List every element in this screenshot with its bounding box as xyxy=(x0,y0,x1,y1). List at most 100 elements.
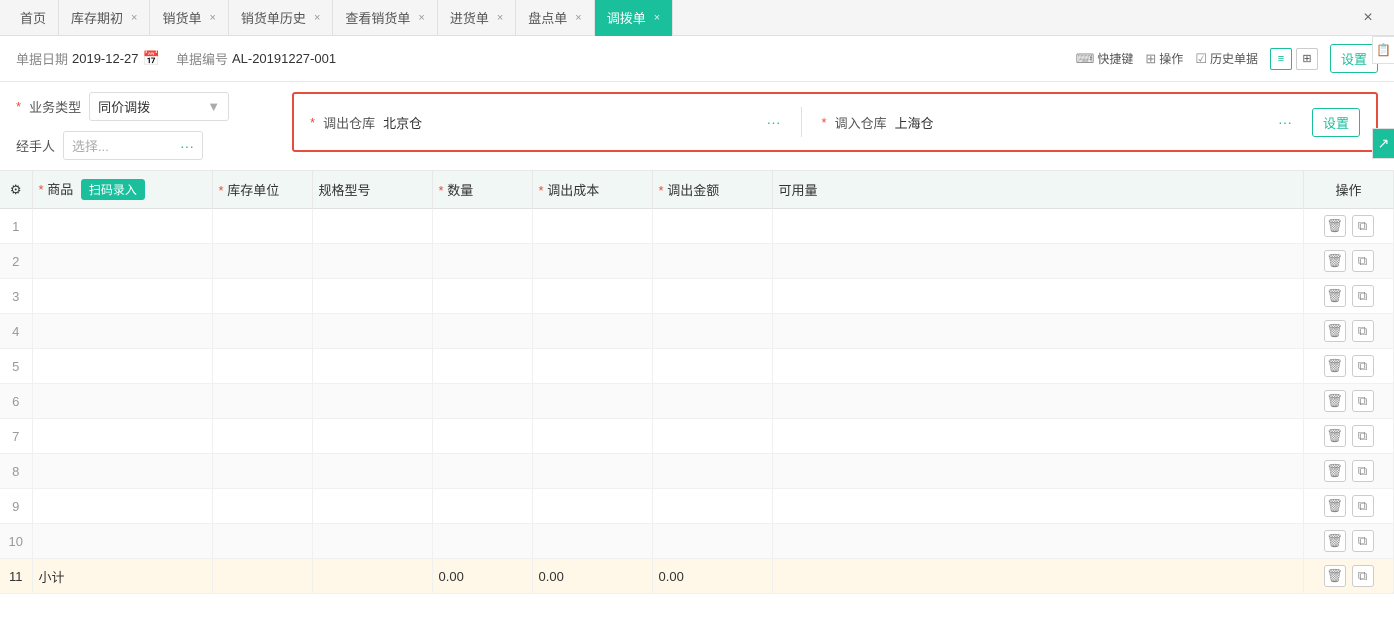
tab-sales-order[interactable]: 销货单 × xyxy=(150,0,228,36)
copy-btn-11[interactable]: ⧉ xyxy=(1352,565,1374,587)
cell-cost-2[interactable] xyxy=(532,244,652,279)
cell-cost-6[interactable] xyxy=(532,384,652,419)
cell-spec-2[interactable] xyxy=(312,244,432,279)
form-settings-button[interactable]: 设置 xyxy=(1312,108,1360,137)
delete-btn-10[interactable]: 🗑 xyxy=(1324,530,1346,552)
cell-available-10[interactable] xyxy=(772,524,1304,559)
delete-btn-2[interactable]: 🗑 xyxy=(1324,250,1346,272)
cell-spec-3[interactable] xyxy=(312,279,432,314)
delete-btn-8[interactable]: 🗑 xyxy=(1324,460,1346,482)
tab-inventory[interactable]: 盘点单 × xyxy=(516,0,594,36)
tab-view-sales-close[interactable]: × xyxy=(418,12,424,24)
cell-amount-5[interactable] xyxy=(652,349,772,384)
cell-available-9[interactable] xyxy=(772,489,1304,524)
cell-available-2[interactable] xyxy=(772,244,1304,279)
cell-product-9[interactable] xyxy=(32,489,212,524)
calendar-icon[interactable]: 📅 xyxy=(143,50,160,67)
history-action[interactable]: ☑ 历史单据 xyxy=(1195,50,1258,67)
cell-amount-6[interactable] xyxy=(652,384,772,419)
cell-available-1[interactable] xyxy=(772,209,1304,244)
delete-btn-6[interactable]: 🗑 xyxy=(1324,390,1346,412)
cell-quantity-2[interactable] xyxy=(432,244,532,279)
cell-amount-9[interactable] xyxy=(652,489,772,524)
tab-transfer-close[interactable]: × xyxy=(654,12,660,24)
cell-available-7[interactable] xyxy=(772,419,1304,454)
cell-cost-3[interactable] xyxy=(532,279,652,314)
cell-unit-5[interactable] xyxy=(212,349,312,384)
cell-unit-4[interactable] xyxy=(212,314,312,349)
cell-amount-8[interactable] xyxy=(652,454,772,489)
copy-btn-6[interactable]: ⧉ xyxy=(1352,390,1374,412)
scan-button[interactable]: 扫码录入 xyxy=(81,179,145,200)
contact-more-dots[interactable]: ··· xyxy=(180,138,194,154)
cell-spec-8[interactable] xyxy=(312,454,432,489)
cell-unit-9[interactable] xyxy=(212,489,312,524)
copy-btn-5[interactable]: ⧉ xyxy=(1352,355,1374,377)
tab-home[interactable]: 首页 xyxy=(8,0,59,36)
cell-product-5[interactable] xyxy=(32,349,212,384)
cell-amount-11[interactable]: 0.00 xyxy=(652,559,772,594)
shortcut-action[interactable]: ⌨ 快捷键 xyxy=(1076,50,1134,67)
copy-btn-10[interactable]: ⧉ xyxy=(1352,530,1374,552)
cell-product-11[interactable]: 小计 xyxy=(32,559,212,594)
cell-product-10[interactable] xyxy=(32,524,212,559)
window-close-button[interactable]: × xyxy=(1350,0,1386,36)
cell-cost-4[interactable] xyxy=(532,314,652,349)
sidebar-doc-button[interactable]: 📋 xyxy=(1372,36,1394,64)
cell-spec-5[interactable] xyxy=(312,349,432,384)
copy-btn-2[interactable]: ⧉ xyxy=(1352,250,1374,272)
delete-btn-1[interactable]: 🗑 xyxy=(1324,215,1346,237)
cell-cost-11[interactable]: 0.00 xyxy=(532,559,652,594)
cell-amount-7[interactable] xyxy=(652,419,772,454)
cell-spec-11[interactable] xyxy=(312,559,432,594)
cell-available-5[interactable] xyxy=(772,349,1304,384)
delete-btn-7[interactable]: 🗑 xyxy=(1324,425,1346,447)
sidebar-expand-button[interactable]: ↗ xyxy=(1372,128,1394,159)
cell-cost-7[interactable] xyxy=(532,419,652,454)
cell-cost-9[interactable] xyxy=(532,489,652,524)
cell-unit-11[interactable] xyxy=(212,559,312,594)
cell-quantity-5[interactable] xyxy=(432,349,532,384)
cell-unit-10[interactable] xyxy=(212,524,312,559)
cell-unit-1[interactable] xyxy=(212,209,312,244)
cell-available-8[interactable] xyxy=(772,454,1304,489)
cell-amount-1[interactable] xyxy=(652,209,772,244)
cell-product-4[interactable] xyxy=(32,314,212,349)
tab-view-sales[interactable]: 查看销货单 × xyxy=(333,0,437,36)
settings-button[interactable]: 设置 xyxy=(1330,44,1378,73)
tab-purchase-close[interactable]: × xyxy=(497,12,503,24)
tab-transfer[interactable]: 调拨单 × xyxy=(595,0,673,36)
warehouse-in-more[interactable]: ··· xyxy=(1278,114,1292,130)
layout-icon-list[interactable]: ≡ xyxy=(1270,48,1292,70)
delete-btn-9[interactable]: 🗑 xyxy=(1324,495,1346,517)
cell-available-3[interactable] xyxy=(772,279,1304,314)
copy-btn-3[interactable]: ⧉ xyxy=(1352,285,1374,307)
tab-sales-history-close[interactable]: × xyxy=(314,12,320,24)
tab-sales-order-close[interactable]: × xyxy=(209,12,215,24)
cell-spec-4[interactable] xyxy=(312,314,432,349)
tab-purchase[interactable]: 进货单 × xyxy=(438,0,516,36)
delete-btn-3[interactable]: 🗑 xyxy=(1324,285,1346,307)
cell-available-6[interactable] xyxy=(772,384,1304,419)
cell-spec-9[interactable] xyxy=(312,489,432,524)
delete-btn-4[interactable]: 🗑 xyxy=(1324,320,1346,342)
operation-action[interactable]: ⊞ 操作 xyxy=(1145,50,1183,67)
cell-quantity-7[interactable] xyxy=(432,419,532,454)
cell-amount-2[interactable] xyxy=(652,244,772,279)
cell-unit-8[interactable] xyxy=(212,454,312,489)
cell-unit-6[interactable] xyxy=(212,384,312,419)
copy-btn-9[interactable]: ⧉ xyxy=(1352,495,1374,517)
cell-available-4[interactable] xyxy=(772,314,1304,349)
business-type-select[interactable]: 同价调拨 ▼ xyxy=(89,92,229,121)
tab-sales-history[interactable]: 销货单历史 × xyxy=(229,0,333,36)
copy-btn-1[interactable]: ⧉ xyxy=(1352,215,1374,237)
copy-btn-7[interactable]: ⧉ xyxy=(1352,425,1374,447)
cell-product-1[interactable] xyxy=(32,209,212,244)
cell-product-3[interactable] xyxy=(32,279,212,314)
cell-available-11[interactable] xyxy=(772,559,1304,594)
cell-spec-1[interactable] xyxy=(312,209,432,244)
cell-spec-10[interactable] xyxy=(312,524,432,559)
tab-inventory-init[interactable]: 库存期初 × xyxy=(59,0,150,36)
cell-quantity-10[interactable] xyxy=(432,524,532,559)
tab-inventory-close[interactable]: × xyxy=(575,12,581,24)
